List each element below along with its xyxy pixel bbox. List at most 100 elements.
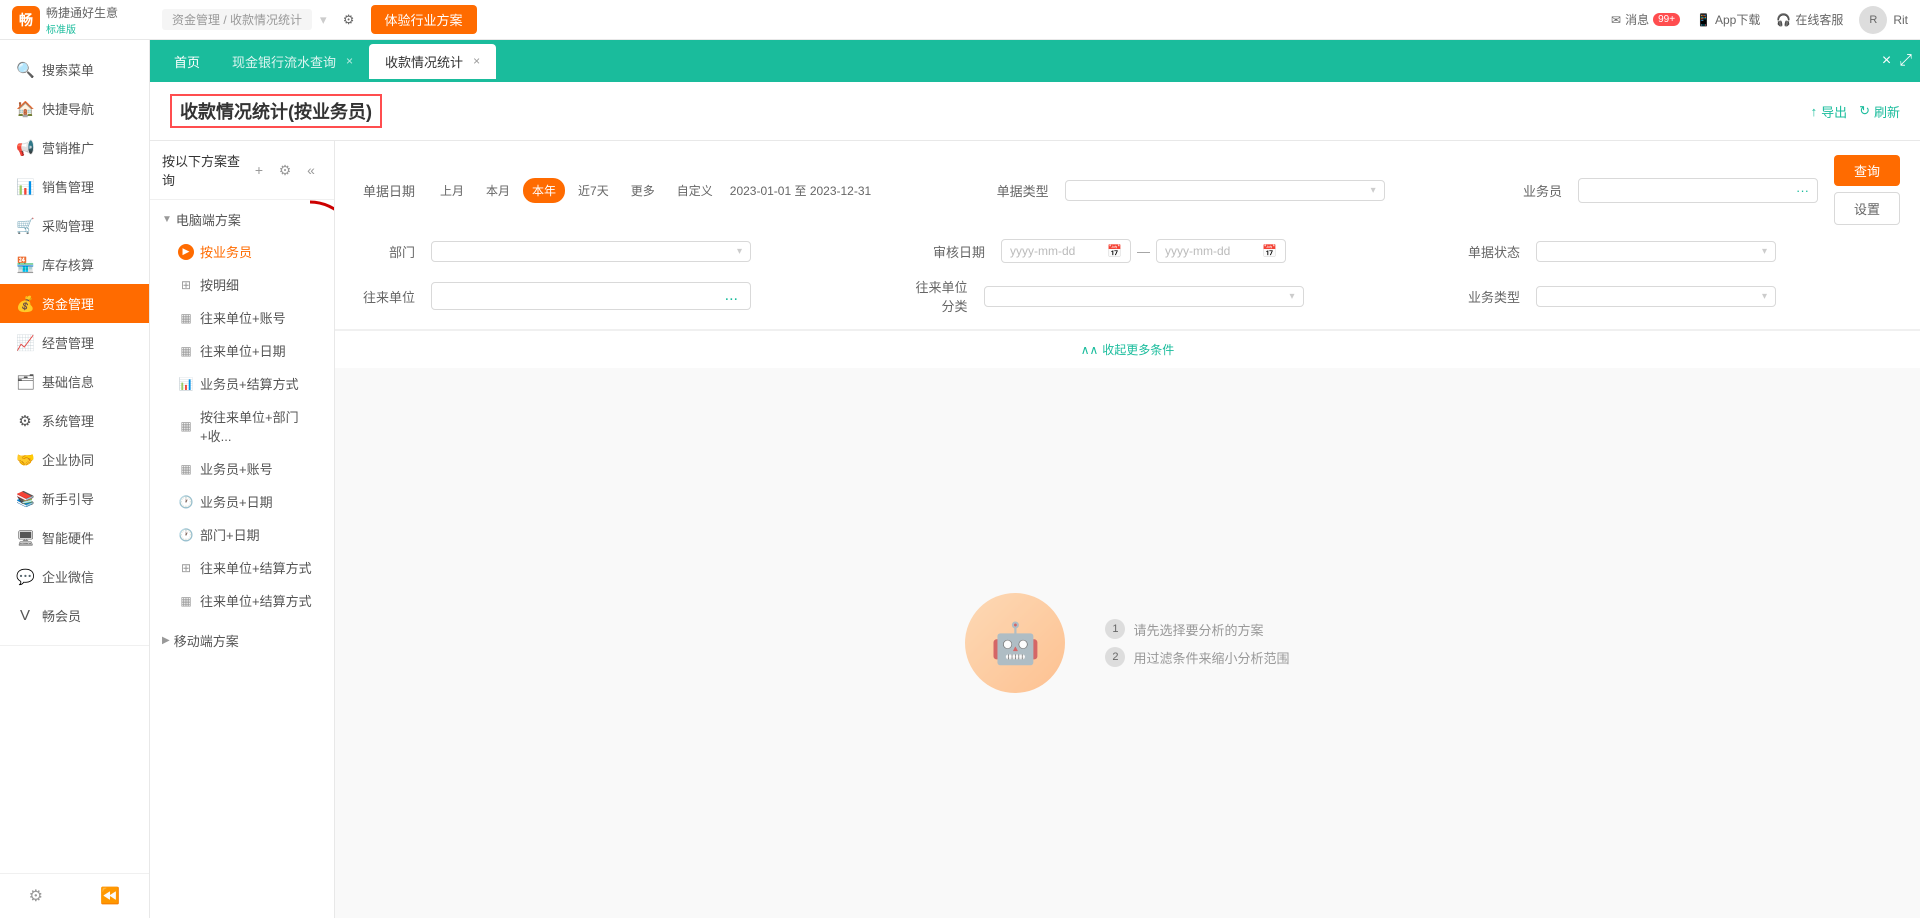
export-label: 导出 [1821, 102, 1847, 121]
sidebar-item-system[interactable]: ⚙ 系统管理 [0, 401, 149, 440]
sidebar-item-purchase[interactable]: 🛒 采购管理 [0, 206, 149, 245]
scheme-item-salesperson-account[interactable]: ▦ 业务员+账号 [150, 452, 334, 485]
company-icon: 🤝 [16, 451, 34, 469]
audit-date-to[interactable]: yyyy-mm-dd 📅 [1156, 239, 1286, 263]
scheme-item-partner-account[interactable]: ▦ 往来单位+账号 [150, 301, 334, 334]
scheme-item-partner-dept[interactable]: ▦ 按往来单位+部门+收... [150, 400, 334, 452]
tab-window-close[interactable]: × [1882, 52, 1891, 70]
scheme-add-btn[interactable]: + [248, 159, 270, 181]
partner-select[interactable]: ... [431, 282, 751, 310]
doc-type-select[interactable]: ▾ [1065, 180, 1385, 201]
sidebar-item-member[interactable]: V 畅会员 [0, 596, 149, 635]
date-range-display: 2023-01-01 至 2023-12-31 [730, 182, 871, 199]
export-btn[interactable]: ↑ 导出 [1811, 102, 1848, 121]
user-area[interactable]: R Rit [1859, 6, 1908, 34]
sidebar-search-label: 搜索菜单 [42, 60, 94, 79]
sidebar-item-inventory[interactable]: 🏪 库存核算 [0, 245, 149, 284]
sidebar-item-wechat[interactable]: 💬 企业微信 [0, 557, 149, 596]
sidebar-item-guide[interactable]: 📚 新手引导 [0, 479, 149, 518]
sidebar-item-company[interactable]: 🤝 企业协同 [0, 440, 149, 479]
date-btn-custom[interactable]: 自定义 [668, 178, 722, 203]
tab-bar: 首页 现金银行流水查询 × 收款情况统计 × × ⤢ [150, 40, 1920, 82]
sidebar-item-search[interactable]: 🔍 搜索菜单 [0, 50, 149, 89]
sidebar-item-basic[interactable]: 🗂 基础信息 [0, 362, 149, 401]
sidebar-operation-label: 经营管理 [42, 333, 94, 352]
online-service-btn[interactable]: 🎧 在线客服 [1776, 11, 1843, 28]
scheme-item-salesperson-settlement[interactable]: 📊 业务员+结算方式 [150, 367, 334, 400]
scheme-item-dept-date[interactable]: 🕐 部门+日期 [150, 518, 334, 551]
audit-date-from[interactable]: yyyy-mm-dd 📅 [1001, 239, 1131, 263]
sidebar-item-marketing[interactable]: 📢 营销推广 [0, 128, 149, 167]
trial-button[interactable]: 体验行业方案 [371, 5, 477, 34]
scheme-item-by-salesperson[interactable]: ▶ 按业务员 [150, 235, 334, 268]
scheme-item-partner-settle2[interactable]: ▦ 往来单位+结算方式 [150, 584, 334, 617]
messages-btn[interactable]: ✉ 消息 99+ [1611, 11, 1680, 28]
scheme-item-partner-settle1[interactable]: ⊞ 往来单位+结算方式 [150, 551, 334, 584]
sidebar-item-hardware[interactable]: 🖥 智能硬件 [0, 518, 149, 557]
date-btn-this-month[interactable]: 本月 [477, 178, 519, 203]
sidebar: 🔍 搜索菜单 🏠 快捷导航 📢 营销推广 📊 销售管理 🛒 采购管理 🏪 [0, 40, 150, 918]
page-actions: ↑ 导出 ↻ 刷新 [1811, 102, 1900, 121]
scheme-collapse-btn[interactable]: « [300, 159, 322, 181]
scheme-item-by-detail[interactable]: ⊞ 按明细 [150, 268, 334, 301]
app-download-btn[interactable]: 📱 App下载 [1696, 11, 1760, 28]
quicknav-icon: 🏠 [16, 100, 34, 118]
sidebar-item-sales[interactable]: 📊 销售管理 [0, 167, 149, 206]
biz-type-arrow: ▾ [1762, 291, 1767, 302]
tab-bank-flow[interactable]: 现金银行流水查询 × [216, 44, 369, 79]
dept-select[interactable]: ▾ [431, 241, 751, 262]
sidebar-system-label: 系统管理 [42, 411, 94, 430]
sidebar-item-finance[interactable]: 💰 资金管理 [0, 284, 149, 323]
settings-button[interactable]: 设置 [1834, 192, 1900, 225]
online-service-label: 在线客服 [1795, 11, 1843, 28]
sidebar-sales-label: 销售管理 [42, 177, 94, 196]
date-btn-last-month[interactable]: 上月 [431, 178, 473, 203]
sidebar-bottom-settings[interactable]: ⚙ [25, 882, 47, 910]
date-btn-this-year[interactable]: 本年 [523, 178, 565, 203]
scheme-item-partner-date[interactable]: ▦ 往来单位+日期 [150, 334, 334, 367]
audit-date-group: yyyy-mm-dd 📅 — yyyy-mm-dd 📅 [1001, 239, 1286, 263]
tab-receipt-stats[interactable]: 收款情况统计 × [369, 44, 496, 79]
refresh-icon: ↻ [1859, 103, 1870, 119]
biz-type-select[interactable]: ▾ [1536, 286, 1776, 307]
scheme-item-label-salesperson-account: 业务员+账号 [200, 459, 273, 478]
partner-category-select[interactable]: ▾ [984, 286, 1304, 307]
biz-type-label: 业务类型 [1460, 287, 1520, 306]
refresh-btn[interactable]: ↻ 刷新 [1859, 102, 1900, 121]
scheme-group-mobile-header[interactable]: ▶ 移动端方案 [150, 625, 334, 656]
collapse-bar[interactable]: ∧∧ 收起更多条件 [335, 330, 1920, 368]
scheme-header-icons: + ⚙ « [248, 159, 322, 181]
tab-receipt-stats-close[interactable]: × [473, 54, 480, 68]
tab-bar-right: × ⤢ [1882, 52, 1912, 70]
query-button[interactable]: 查询 [1834, 155, 1900, 186]
sidebar-item-operation[interactable]: 📈 经营管理 [0, 323, 149, 362]
partner-dots[interactable]: ... [721, 287, 742, 305]
partner-date-icon: ▦ [178, 343, 194, 359]
scheme-group-desktop-header[interactable]: ▼ 电脑端方案 [150, 204, 334, 235]
scheme-groups: ▼ 电脑端方案 ▶ 按业务员 ⊞ 按明细 ▦ [150, 200, 334, 660]
salesperson-select[interactable]: ··· [1578, 178, 1818, 203]
audit-date-from-text: yyyy-mm-dd [1010, 244, 1075, 258]
sidebar-item-quicknav[interactable]: 🏠 快捷导航 [0, 89, 149, 128]
page-header: 收款情况统计(按业务员) ↑ 导出 ↻ 刷新 [150, 82, 1920, 141]
tab-receipt-stats-label: 收款情况统计 [385, 52, 463, 71]
scheme-item-salesperson-date[interactable]: 🕐 业务员+日期 [150, 485, 334, 518]
messages-label: 消息 [1625, 11, 1649, 28]
partner-dept-icon: ▦ [178, 418, 194, 434]
scheme-group-desktop: ▼ 电脑端方案 ▶ 按业务员 ⊞ 按明细 ▦ [150, 200, 334, 621]
audit-date-from-cal: 📅 [1107, 244, 1122, 258]
scheme-item-label-partner-account: 往来单位+账号 [200, 308, 286, 327]
tab-bank-flow-close[interactable]: × [346, 54, 353, 68]
top-header: 畅 畅捷通好生意 标准版 资金管理 / 收款情况统计 ▾ ⚙ 体验行业方案 ✉ … [0, 0, 1920, 40]
settings-icon[interactable]: ⚙ [335, 6, 363, 34]
doc-status-select[interactable]: ▾ [1536, 241, 1776, 262]
sidebar-bottom-collapse[interactable]: ⏪ [96, 882, 124, 910]
dept-date-icon: 🕐 [178, 527, 194, 543]
guide-icon: 📚 [16, 490, 34, 508]
tab-home[interactable]: 首页 [158, 44, 216, 79]
scheme-item-label-partner-settle1: 往来单位+结算方式 [200, 558, 312, 577]
scheme-settings-btn[interactable]: ⚙ [274, 159, 296, 181]
date-btn-7days[interactable]: 近7天 [569, 178, 618, 203]
tab-window-maximize[interactable]: ⤢ [1899, 52, 1912, 70]
date-btn-more[interactable]: 更多 [622, 178, 664, 203]
